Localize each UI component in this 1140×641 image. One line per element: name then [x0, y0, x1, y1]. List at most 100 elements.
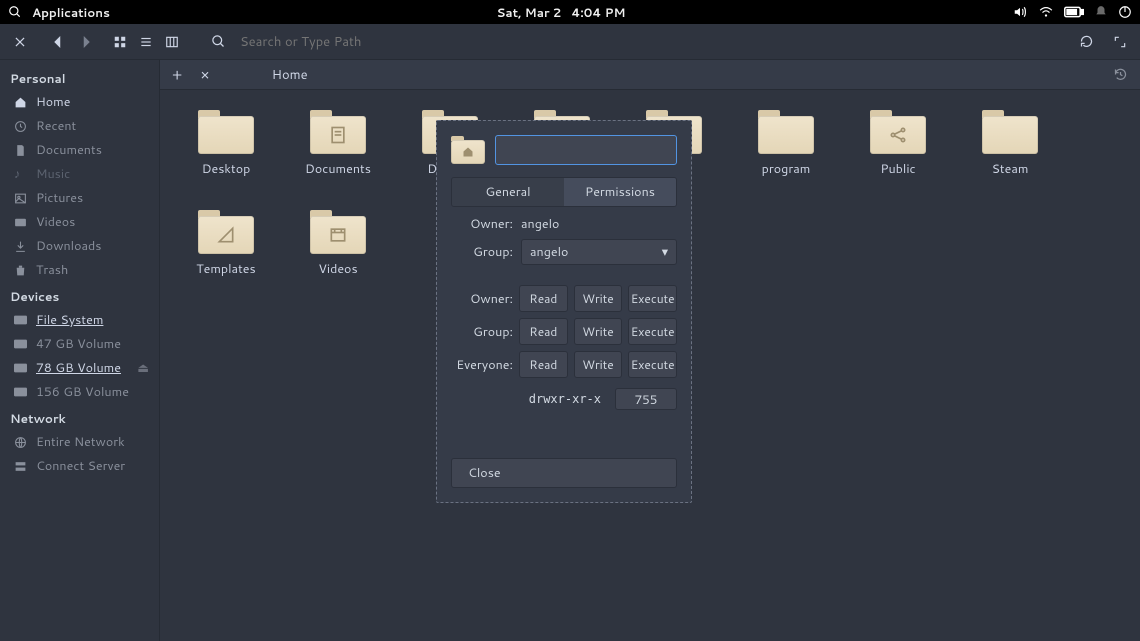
volume-icon[interactable]	[1012, 5, 1028, 19]
sidebar-item-videos[interactable]: Videos	[0, 210, 159, 234]
sidebar-item-label: 47 GB Volume	[36, 335, 121, 353]
panel-date[interactable]: Sat, Mar 2	[496, 4, 561, 21]
sidebar: Personal Home Recent Documents ♪Music Pi…	[0, 60, 160, 641]
sidebar-item-home[interactable]: Home	[0, 90, 159, 114]
search-icon[interactable]	[8, 5, 22, 19]
chevron-down-icon: ▾	[662, 243, 668, 261]
perm-everyone-label: Everyone:	[451, 356, 513, 374]
perm-owner-label: Owner:	[451, 290, 513, 308]
folder-label: Public	[880, 160, 915, 178]
view-columns-icon[interactable]	[160, 30, 184, 54]
group-read-toggle[interactable]: Read	[519, 318, 568, 345]
desktop-top-panel: Applications Sat, Mar 2 4:04 PM	[0, 0, 1140, 24]
close-icon[interactable]	[8, 30, 32, 54]
breadcrumb[interactable]: Home	[272, 66, 308, 84]
folder-public[interactable]: Public	[842, 110, 954, 210]
folder-steam[interactable]: Steam	[954, 110, 1066, 210]
battery-icon[interactable]	[1064, 6, 1084, 18]
folder-label: Templates	[196, 260, 256, 278]
dialog-folder-icon	[451, 136, 485, 164]
folder-templates[interactable]: Templates	[170, 210, 282, 310]
sidebar-item-label: Connect Server	[36, 457, 125, 475]
tab-permissions[interactable]: Permissions	[564, 178, 676, 206]
owner-value: angelo	[521, 215, 559, 233]
everyone-write-toggle[interactable]: Write	[574, 351, 623, 378]
folder-label: Desktop	[202, 160, 251, 178]
sidebar-item-volume-156[interactable]: 156 GB Volume	[0, 380, 159, 404]
sidebar-item-label: Trash	[36, 261, 68, 279]
folder-program[interactable]: program	[730, 110, 842, 210]
close-button[interactable]: Close	[451, 458, 677, 488]
sidebar-item-label: Music	[36, 165, 70, 183]
sidebar-item-label: Recent	[36, 117, 76, 135]
content-area: + × Home Desktop Documents Downlo ♫ prog…	[160, 60, 1140, 641]
folder-label: Documents	[305, 160, 371, 178]
sidebar-item-entire-network[interactable]: Entire Network	[0, 430, 159, 454]
folder-desktop[interactable]: Desktop	[170, 110, 282, 210]
folder-videos[interactable]: Videos	[282, 210, 394, 310]
everyone-execute-toggle[interactable]: Execute	[628, 351, 677, 378]
properties-dialog: General Permissions Owner: angelo Group:…	[436, 120, 692, 503]
history-icon[interactable]	[1108, 63, 1132, 87]
sidebar-item-trash[interactable]: Trash	[0, 258, 159, 282]
sidebar-item-label: Videos	[36, 213, 75, 231]
sidebar-item-downloads[interactable]: Downloads	[0, 234, 159, 258]
sidebar-header-devices: Devices	[0, 282, 159, 308]
folder-label: Videos	[318, 260, 357, 278]
view-list-icon[interactable]	[134, 30, 158, 54]
sidebar-item-label: File System	[36, 311, 103, 329]
path-input[interactable]	[240, 33, 480, 51]
sidebar-item-volume-78[interactable]: 78 GB Volume ⏏	[0, 356, 159, 380]
window-toolbar	[0, 24, 1140, 60]
close-tab-button[interactable]: ×	[196, 64, 214, 85]
sidebar-item-music[interactable]: ♪Music	[0, 162, 159, 186]
sidebar-item-label: Downloads	[36, 237, 101, 255]
sidebar-item-filesystem[interactable]: File System	[0, 308, 159, 332]
sidebar-header-network: Network	[0, 404, 159, 430]
wifi-icon[interactable]	[1038, 5, 1054, 19]
notifications-icon[interactable]	[1094, 5, 1108, 19]
folder-label: Steam	[992, 160, 1029, 178]
group-dropdown[interactable]: angelo ▾	[521, 239, 677, 265]
perm-group-label: Group:	[451, 323, 513, 341]
sidebar-item-label: Pictures	[36, 189, 83, 207]
sidebar-item-documents[interactable]: Documents	[0, 138, 159, 162]
refresh-icon[interactable]	[1074, 30, 1098, 54]
mode-octal-input[interactable]: 755	[615, 388, 677, 410]
tab-bar: + × Home	[160, 60, 1140, 90]
folder-label: program	[762, 160, 811, 178]
everyone-read-toggle[interactable]: Read	[519, 351, 568, 378]
applications-menu[interactable]: Applications	[32, 4, 110, 21]
sidebar-item-label: Entire Network	[36, 433, 125, 451]
dialog-name-input[interactable]	[495, 135, 677, 165]
back-icon[interactable]	[46, 30, 70, 54]
sidebar-item-pictures[interactable]: Pictures	[0, 186, 159, 210]
panel-time[interactable]: 4:04 PM	[571, 4, 625, 21]
search-icon[interactable]	[206, 30, 230, 54]
tab-general[interactable]: General	[452, 178, 564, 206]
group-execute-toggle[interactable]: Execute	[628, 318, 677, 345]
group-value: angelo	[530, 243, 568, 261]
maximize-icon[interactable]	[1108, 30, 1132, 54]
view-grid-icon[interactable]	[108, 30, 132, 54]
eject-icon[interactable]: ⏏	[137, 359, 149, 377]
sidebar-item-label: 156 GB Volume	[36, 383, 129, 401]
owner-read-toggle[interactable]: Read	[519, 285, 568, 312]
sidebar-item-volume-47[interactable]: 47 GB Volume	[0, 332, 159, 356]
sidebar-header-personal: Personal	[0, 64, 159, 90]
forward-icon[interactable]	[74, 30, 98, 54]
sidebar-item-recent[interactable]: Recent	[0, 114, 159, 138]
power-icon[interactable]	[1118, 5, 1132, 19]
owner-label: Owner:	[451, 215, 513, 233]
group-label: Group:	[451, 243, 513, 261]
owner-execute-toggle[interactable]: Execute	[628, 285, 677, 312]
owner-write-toggle[interactable]: Write	[574, 285, 623, 312]
sidebar-item-label: Documents	[36, 141, 102, 159]
sidebar-item-label: 78 GB Volume	[36, 359, 121, 377]
sidebar-item-connect-server[interactable]: Connect Server	[0, 454, 159, 478]
mode-text: drwxr-xr-x	[529, 392, 601, 406]
new-tab-button[interactable]: +	[168, 64, 186, 85]
sidebar-item-label: Home	[36, 93, 70, 111]
folder-documents[interactable]: Documents	[282, 110, 394, 210]
group-write-toggle[interactable]: Write	[574, 318, 623, 345]
